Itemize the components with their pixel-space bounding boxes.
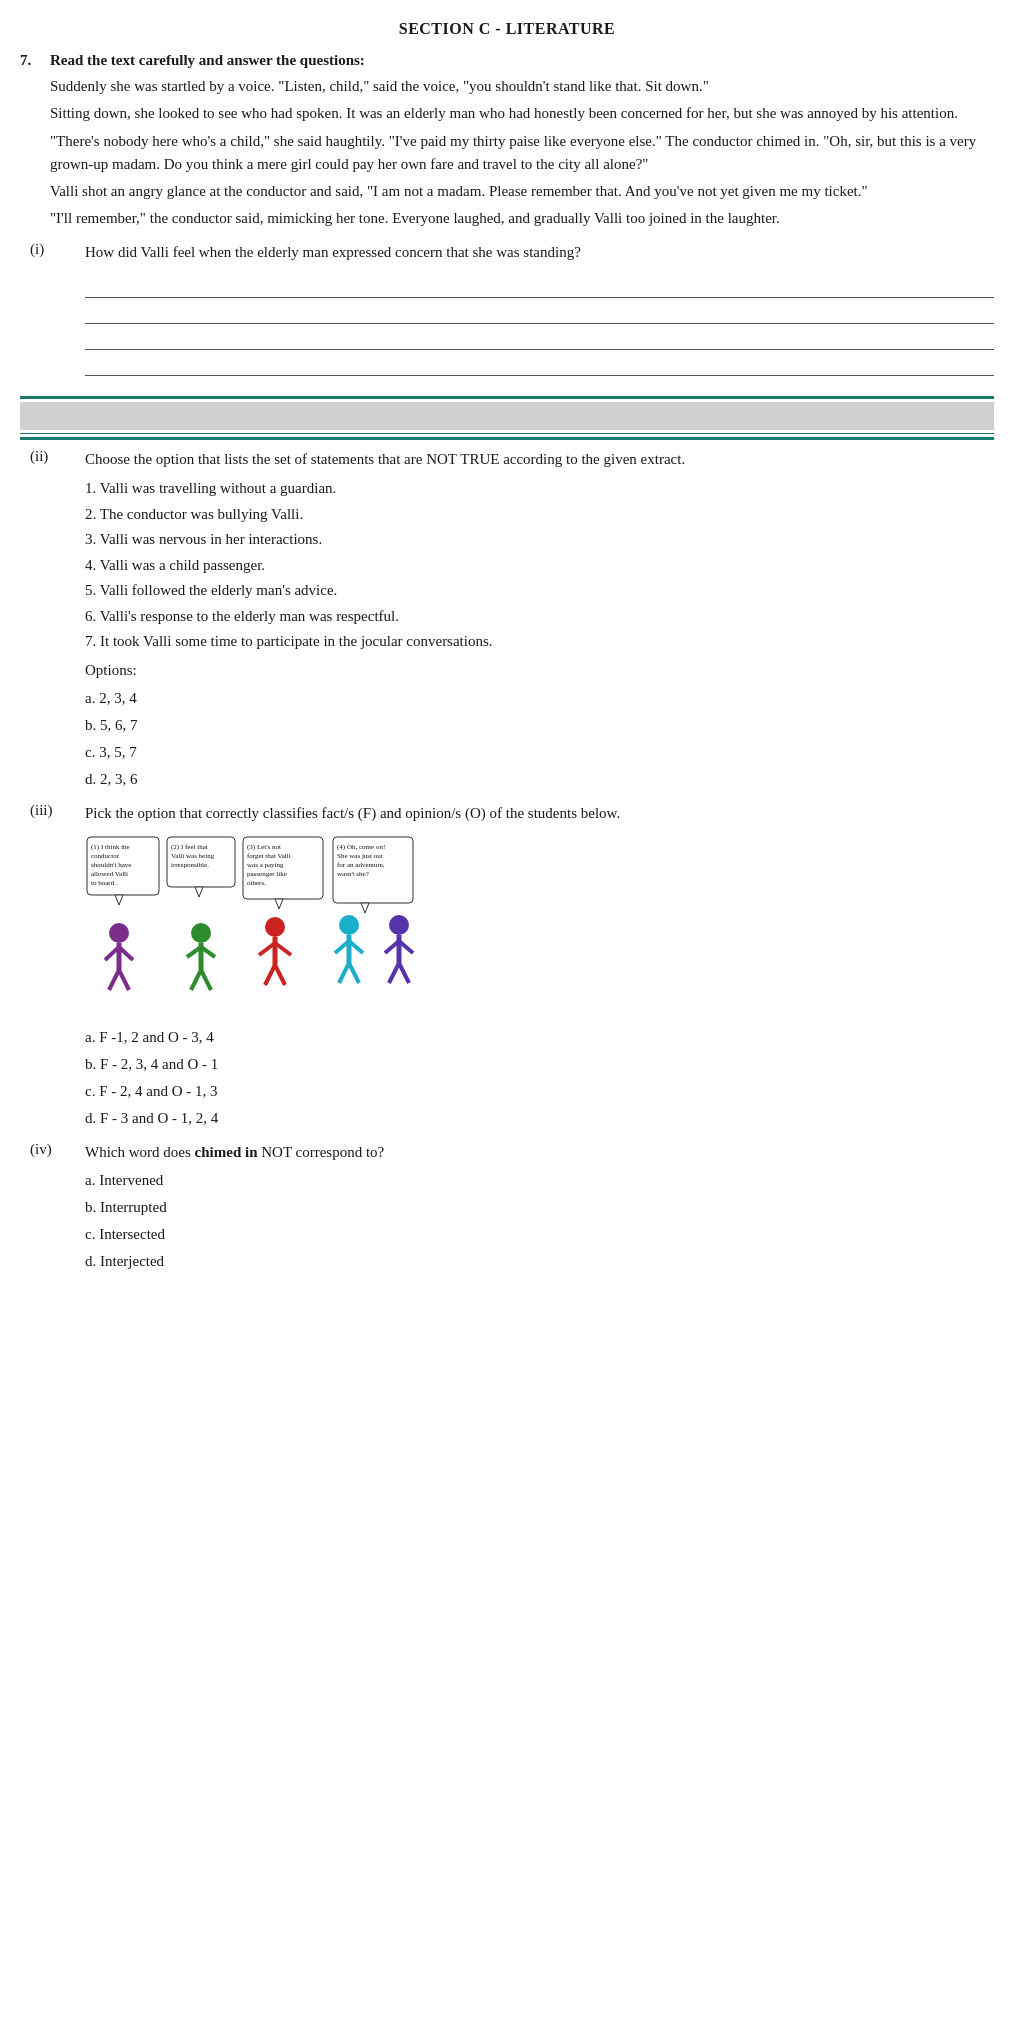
divider-block (20, 396, 994, 440)
sub-ii-opt-c: c. 3, 5, 7 (85, 740, 994, 764)
question-7-instruction: Read the text carefully and answer the q… (50, 52, 994, 69)
svg-line-40 (389, 963, 399, 983)
statement-4: 4. Valli was a child passenger. (85, 554, 994, 577)
svg-line-17 (119, 970, 129, 990)
passage-p1: Suddenly she was startled by a voice. "L… (50, 75, 994, 98)
sub-ii-content: Choose the option that lists the set of … (85, 448, 994, 794)
svg-marker-11 (361, 903, 369, 913)
statement-1: 1. Valli was travelling without a guardi… (85, 477, 994, 500)
question-7-number: 7. (20, 52, 50, 69)
answer-line-4 (85, 352, 994, 376)
sub-iv-text: Which word does chimed in NOT correspond… (85, 1141, 994, 1164)
statement-5: 5. Valli followed the elderly man's advi… (85, 579, 994, 602)
question-7-header: 7. Read the text carefully and answer th… (20, 52, 994, 69)
passage-p4: Valli shot an angry glance at the conduc… (50, 180, 994, 203)
svg-line-22 (191, 970, 201, 990)
students-figure-container: (1) I think the conductor shouldn't have… (85, 835, 994, 1015)
svg-point-36 (389, 915, 409, 935)
svg-line-29 (275, 965, 285, 985)
sub-question-iv: (iv) Which word does chimed in NOT corre… (30, 1141, 994, 1276)
sub-question-iii: (iii) Pick the option that correctly cla… (30, 802, 994, 1133)
sub-iv-text-before: Which word does (85, 1144, 195, 1160)
sub-iii-label: (iii) (30, 802, 85, 819)
sub-iv-opt-b: b. Interrupted (85, 1195, 994, 1219)
teal-thin-line-1 (20, 433, 994, 434)
passage-p5: "I'll remember," the conductor said, mim… (50, 207, 994, 230)
sub-iv-text-after: NOT correspond to? (258, 1144, 385, 1160)
sub-ii-label: (ii) (30, 448, 85, 465)
statement-6: 6. Valli's response to the elderly man w… (85, 605, 994, 628)
svg-marker-5 (195, 887, 203, 897)
passage-text: Suddenly she was startled by a voice. "L… (50, 75, 994, 231)
page: SECTION C - LITERATURE 7. Read the text … (0, 0, 1024, 2032)
svg-point-30 (339, 915, 359, 935)
svg-point-12 (109, 923, 129, 943)
sub-question-i: (i) How did Valli feel when the elderly … (30, 241, 994, 388)
sub-iii-content: Pick the option that correctly classifie… (85, 802, 994, 1133)
svg-line-23 (201, 970, 211, 990)
svg-point-18 (191, 923, 211, 943)
svg-point-24 (265, 917, 285, 937)
svg-line-35 (349, 963, 359, 983)
sub-ii-statements: 1. Valli was travelling without a guardi… (85, 477, 994, 653)
sub-question-ii: (ii) Choose the option that lists the se… (30, 448, 994, 794)
statement-3: 3. Valli was nervous in her interactions… (85, 528, 994, 551)
teal-thick-line-2 (20, 437, 994, 440)
sub-iv-opt-a: a. Intervened (85, 1168, 994, 1192)
sub-iii-opt-b: b. F - 2, 3, 4 and O - 1 (85, 1052, 994, 1076)
sub-ii-opt-b: b. 5, 6, 7 (85, 713, 994, 737)
sub-iii-opt-d: d. F - 3 and O - 1, 2, 4 (85, 1106, 994, 1130)
answer-line-3 (85, 326, 994, 350)
statement-2: 2. The conductor was bullying Valli. (85, 503, 994, 526)
sub-ii-opt-a: a. 2, 3, 4 (85, 686, 994, 710)
sub-iii-text: Pick the option that correctly classifie… (85, 802, 994, 825)
sub-i-text: How did Valli feel when the elderly man … (85, 241, 994, 264)
sub-ii-options-label: Options: (85, 659, 994, 682)
sub-iv-opt-c: c. Intersected (85, 1222, 994, 1246)
question-7-block: 7. Read the text carefully and answer th… (20, 52, 994, 1276)
sub-iv-bold-text: chimed in (195, 1144, 258, 1160)
gray-fill-box (20, 402, 994, 430)
sub-iv-opt-d: d. Interjected (85, 1249, 994, 1273)
students-figure-svg: (1) I think the conductor shouldn't have… (85, 835, 425, 1015)
answer-line-2 (85, 300, 994, 324)
statement-7: 7. It took Valli some time to participat… (85, 630, 994, 653)
passage-p3: "There's nobody here who's a child," she… (50, 130, 994, 177)
sub-i-label: (i) (30, 241, 85, 258)
sub-ii-opt-d: d. 2, 3, 6 (85, 767, 994, 791)
section-title: SECTION C - LITERATURE (20, 20, 994, 38)
passage-p2: Sitting down, she looked to see who had … (50, 102, 994, 125)
sub-iii-opt-c: c. F - 2, 4 and O - 1, 3 (85, 1079, 994, 1103)
sub-iv-label: (iv) (30, 1141, 85, 1158)
svg-line-28 (265, 965, 275, 985)
sub-iv-content: Which word does chimed in NOT correspond… (85, 1141, 994, 1276)
sub-i-content: How did Valli feel when the elderly man … (85, 241, 994, 388)
answer-line-1 (85, 274, 994, 298)
answer-lines-area-i (85, 274, 994, 384)
sub-iii-opt-a: a. F -1, 2 and O - 3, 4 (85, 1025, 994, 1049)
svg-line-16 (109, 970, 119, 990)
svg-line-34 (339, 963, 349, 983)
svg-marker-2 (115, 895, 123, 905)
sub-ii-text: Choose the option that lists the set of … (85, 448, 994, 471)
svg-line-41 (399, 963, 409, 983)
svg-marker-8 (275, 899, 283, 909)
teal-thick-line-1 (20, 396, 994, 399)
